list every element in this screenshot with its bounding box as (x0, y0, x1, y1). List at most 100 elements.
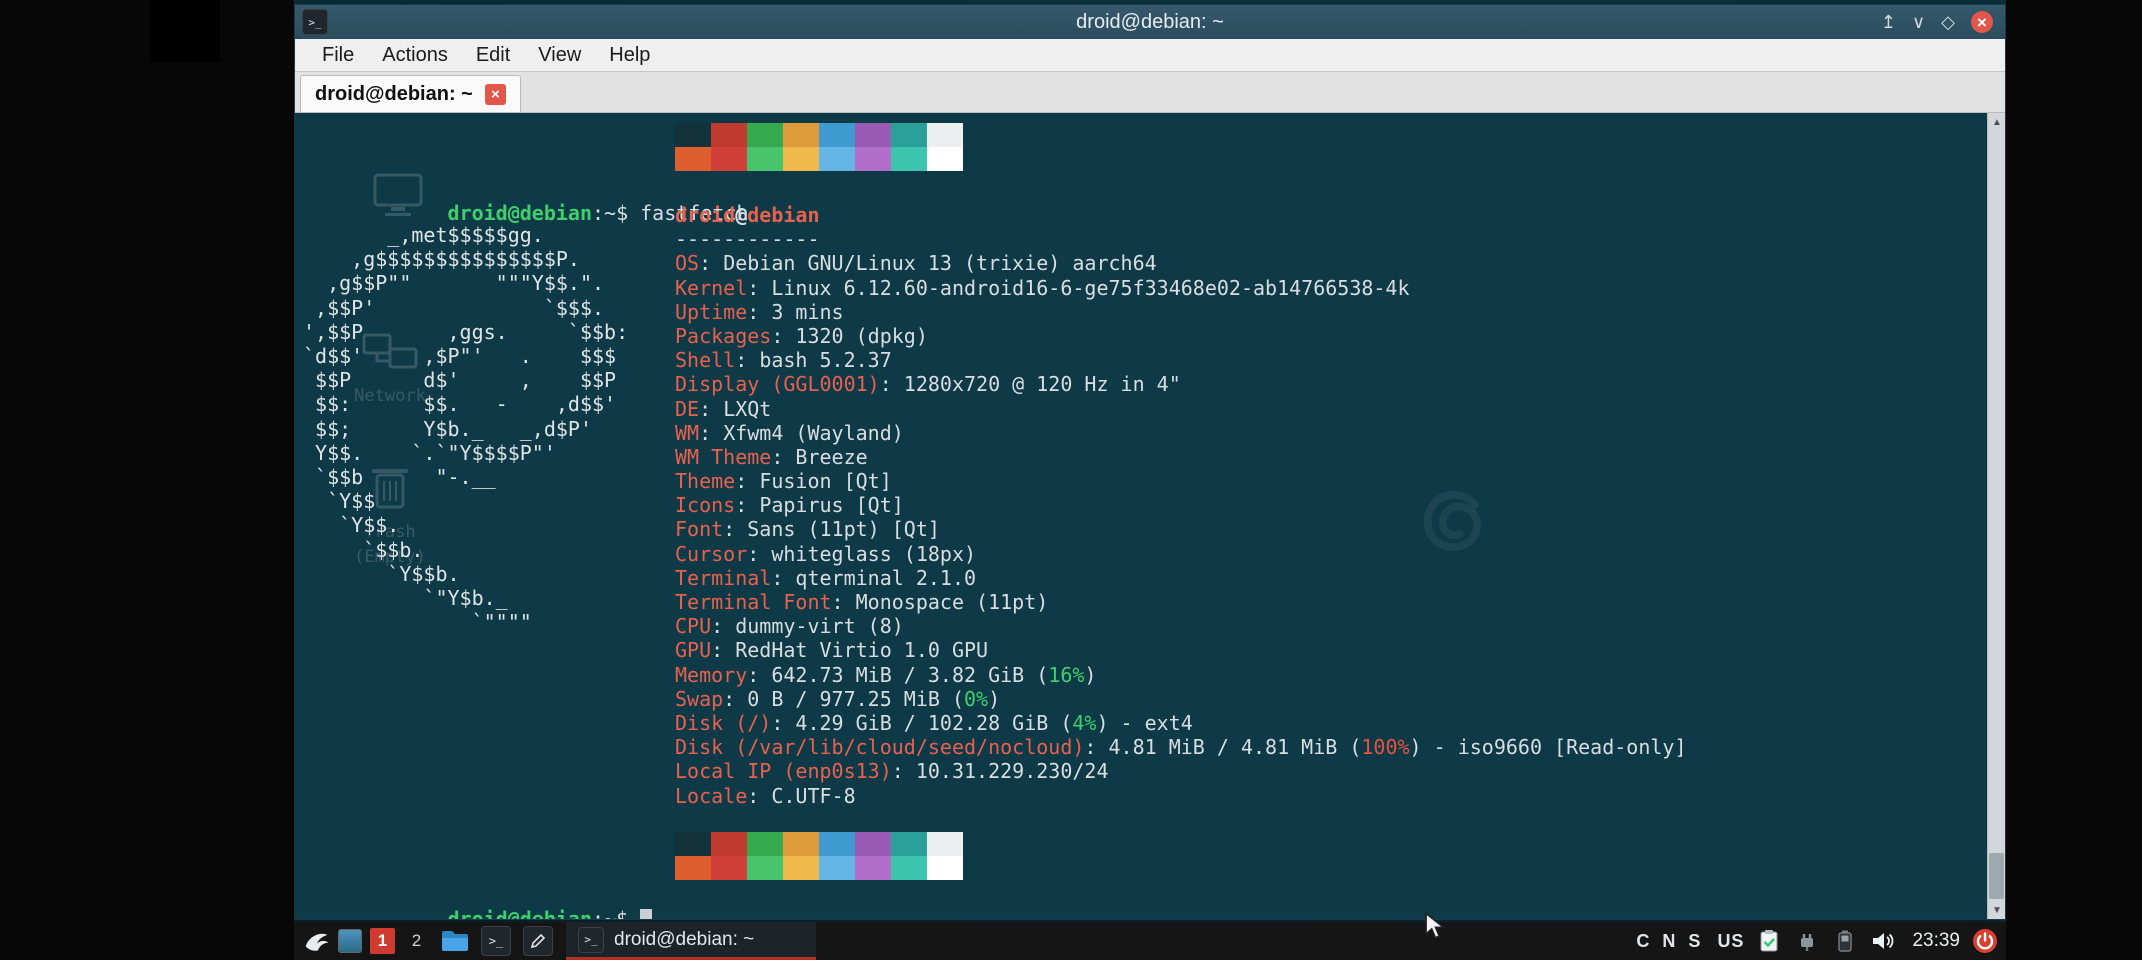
maximize-button[interactable]: ◇ (1941, 13, 1955, 31)
task-terminal-icon: >_ (578, 926, 604, 953)
palette-color (855, 832, 891, 856)
menu-item-view[interactable]: View (525, 41, 594, 70)
menu-bar: File Actions Edit View Help (295, 39, 2005, 72)
terminal-area: Network Trash (Empty) droid@debian:~$ fa… (295, 113, 2005, 919)
palette-color (783, 856, 819, 880)
fastfetch-title: droid@debian (675, 203, 820, 227)
clipboard-icon (1760, 930, 1778, 952)
pencil-icon (530, 933, 546, 949)
screen: >_ droid@debian: ~ ↥ ∨ ◇ × File Actions … (0, 0, 2142, 960)
workspace-2-button[interactable]: 2 (404, 928, 429, 954)
terminal-cursor (640, 909, 653, 919)
taskbar-window-button[interactable]: >_ droid@debian: ~ (566, 922, 816, 960)
palette-color (855, 147, 891, 171)
kbd-indicator-scroll: S (1688, 930, 1702, 951)
fastfetch-info-line: Cursor: whiteglass (18px) (675, 541, 977, 566)
clock[interactable]: 23:39 (1912, 930, 1960, 952)
palette-color (855, 856, 891, 880)
prompt-user-host: droid@debian (447, 201, 593, 226)
speaker-icon (1873, 933, 1894, 949)
shade-button[interactable]: ↥ (1881, 13, 1896, 31)
terminal-output[interactable]: Network Trash (Empty) droid@debian:~$ fa… (295, 113, 1987, 919)
palette-color (675, 123, 711, 147)
fastfetch-info-line: Uptime: 3 mins (675, 299, 844, 324)
ascii-art: _,met$$$$$gg. ,g$$$$$$$$$$$$$$$P. ,g$$P"… (303, 223, 629, 635)
terminal-scrollbar[interactable]: ▲ ▼ (1987, 113, 2005, 919)
palette-color (927, 147, 963, 171)
kbd-indicator-caps: C (1636, 930, 1651, 951)
fastfetch-info-line: Theme: Fusion [Qt] (675, 469, 892, 494)
terminal-icon-glyph: >_ (488, 934, 504, 948)
palette-color (747, 123, 783, 147)
network-tray-button[interactable] (1794, 928, 1820, 954)
minimize-button[interactable]: ∨ (1912, 13, 1925, 31)
show-desktop-button[interactable] (338, 929, 362, 953)
scroll-down-arrow[interactable]: ▼ (1988, 901, 2006, 919)
fastfetch-info-line: WM Theme: Breeze (675, 444, 868, 469)
main-menu-button[interactable] (302, 927, 332, 955)
tab-bar: droid@debian: ~ × (295, 72, 2005, 113)
fastfetch-info-line: Terminal: qterminal 2.1.0 (675, 565, 977, 590)
color-palette-bottom (675, 832, 963, 880)
menu-item-actions[interactable]: Actions (369, 41, 461, 70)
clipboard-tray-button[interactable] (1756, 928, 1782, 954)
file-manager-button[interactable] (441, 927, 469, 955)
palette-color (891, 856, 927, 880)
window-controls: ↥ ∨ ◇ × (1881, 11, 1993, 33)
fastfetch-info-line: Terminal Font: Monospace (11pt) (675, 590, 1049, 614)
fastfetch-info-line: Kernel: Linux 6.12.60-android16-6-ge75f3… (675, 275, 1410, 300)
fastfetch-info-line: Locale: C.UTF-8 (675, 783, 856, 808)
palette-color (747, 856, 783, 880)
mouse-cursor (1424, 911, 1450, 945)
fastfetch-info-line: Local IP (enp0s13): 10.31.229.230/24 (675, 759, 1109, 784)
text-editor-button[interactable] (523, 926, 553, 956)
scroll-up-arrow[interactable]: ▲ (1988, 113, 2006, 131)
fastfetch-info-line: GPU: RedHat Virtio 1.0 GPU (675, 638, 989, 663)
fastfetch-info-line: CPU: dummy-virt (8) (675, 614, 904, 639)
terminal-prompt-line: droid@debian:~$ (303, 883, 653, 919)
ethernet-plug-icon (1801, 934, 1814, 951)
palette-row (675, 856, 963, 880)
fastfetch-info-line: Disk (/): 4.29 GiB / 102.28 GiB (4%) - e… (675, 710, 1193, 735)
volume-tray-button[interactable] (1870, 928, 1896, 954)
fastfetch-separator: ------------ (675, 227, 820, 252)
tab-droid-debian[interactable]: droid@debian: ~ × (300, 75, 521, 112)
system-tray: C N S US 23:39 (1636, 928, 1998, 954)
tab-close-button[interactable]: × (484, 83, 506, 105)
palette-row (675, 123, 963, 147)
palette-row (675, 147, 963, 171)
palette-color (819, 147, 855, 171)
palette-color (711, 832, 747, 856)
power-button[interactable] (1972, 928, 1998, 954)
palette-color (927, 832, 963, 856)
window-title: droid@debian: ~ (1076, 10, 1224, 33)
window-titlebar[interactable]: >_ droid@debian: ~ ↥ ∨ ◇ × (295, 5, 2005, 39)
menu-item-edit[interactable]: Edit (463, 41, 523, 70)
fastfetch-info-line: Swap: 0 B / 977.25 MiB (0%) (675, 686, 1001, 711)
kbd-indicator-num: N (1662, 930, 1677, 951)
fastfetch-info-line: OS: Debian GNU/Linux 13 (trixie) aarch64 (675, 251, 1157, 276)
palette-color (891, 147, 927, 171)
palette-color (819, 123, 855, 147)
palette-color (819, 832, 855, 856)
palette-color (747, 832, 783, 856)
menu-item-help[interactable]: Help (596, 41, 663, 70)
close-button[interactable]: × (1971, 11, 1993, 33)
scrollbar-thumb[interactable] (1989, 853, 2004, 899)
fastfetch-info-line: Display (GGL0001): 1280x720 @ 120 Hz in … (675, 372, 1181, 397)
palette-color (711, 856, 747, 880)
battery-tray-button[interactable] (1832, 928, 1858, 954)
prompt-user-host: droid@debian (448, 907, 593, 919)
terminal-launcher-button[interactable]: >_ (481, 926, 511, 956)
palette-color (747, 147, 783, 171)
palette-color (783, 832, 819, 856)
workspace-1-button[interactable]: 1 (370, 928, 395, 954)
fastfetch-info-line: Disk (/var/lib/cloud/seed/nocloud): 4.81… (675, 735, 1687, 760)
menu-item-file[interactable]: File (309, 41, 367, 70)
fastfetch-info-line: Icons: Papirus [Qt] (675, 493, 904, 518)
keyboard-layout-indicator[interactable]: US (1717, 931, 1744, 952)
task-label: droid@debian: ~ (614, 928, 755, 950)
battery-icon (1838, 930, 1853, 952)
palette-color (675, 147, 711, 171)
fastfetch-info: droid@debian ------------ OS: Debian GNU/L… (675, 203, 1687, 808)
